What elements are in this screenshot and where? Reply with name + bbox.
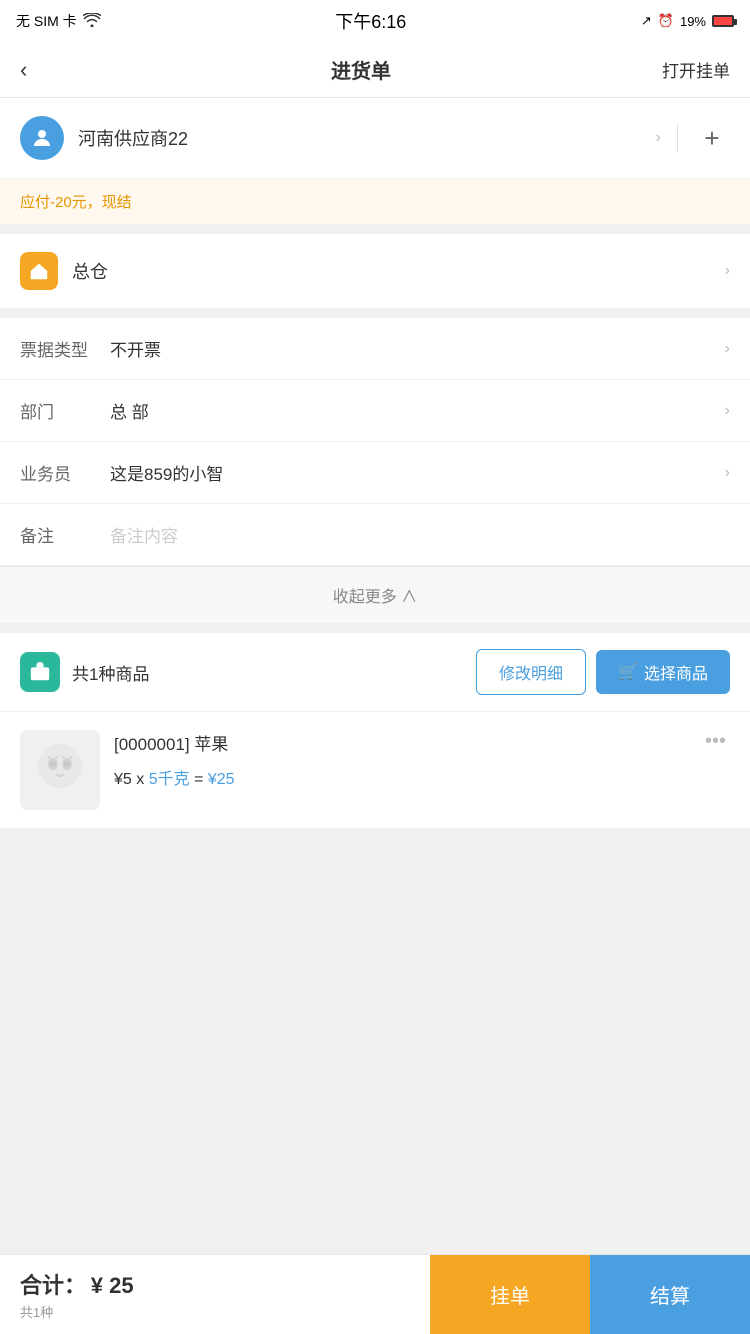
quantity: 5千克	[149, 771, 190, 788]
total-sub: 共1种	[20, 1302, 410, 1321]
sales-rep-label: 业务员	[20, 460, 110, 485]
status-right: ↗ ⏰ 19%	[641, 13, 734, 29]
remark-placeholder[interactable]: 备注内容	[110, 522, 730, 547]
product-thumbnail	[20, 730, 100, 810]
unit-price: ¥5	[114, 771, 132, 788]
product-more-button[interactable]: •••	[701, 730, 730, 753]
form-section: 票据类型 不开票 › 部门 总 部 › 业务员 这是859的小智 › 备注 备注…	[0, 318, 750, 623]
collapse-row[interactable]: 收起更多 ∧	[0, 566, 750, 623]
back-button[interactable]: ‹	[20, 57, 60, 83]
select-product-button[interactable]: 🛒 选择商品	[596, 650, 730, 694]
payment-notice: 应付-20元，现结	[0, 179, 750, 224]
cart-icon: 🛒	[618, 662, 638, 682]
battery-pct: 19%	[680, 14, 706, 29]
supplier-name: 河南供应商22	[78, 125, 648, 151]
total-amount-row: 合计： ¥ 25	[20, 1268, 410, 1300]
battery-icon	[712, 15, 734, 27]
equals-sign: =	[194, 771, 208, 788]
sales-rep-row[interactable]: 业务员 这是859的小智 ›	[0, 442, 750, 504]
add-supplier-button[interactable]: +	[694, 123, 730, 154]
department-value: 总 部	[110, 398, 717, 423]
supplier-row[interactable]: 河南供应商22 › +	[0, 98, 750, 179]
warehouse-section: 总仓 ›	[0, 234, 750, 308]
product-section: 共1种商品 修改明细 🛒 选择商品	[0, 633, 750, 828]
nav-bar: ‹ 进货单 打开挂单	[0, 42, 750, 98]
sales-rep-chevron-icon: ›	[725, 464, 730, 482]
product-item: [0000001] 苹果 ¥5 x 5千克 = ¥25 •••	[0, 712, 750, 828]
collapse-label: 收起更多 ∧	[333, 583, 417, 607]
price-separator: x	[136, 771, 148, 788]
edit-detail-button[interactable]: 修改明细	[476, 649, 586, 695]
warehouse-chevron-icon: ›	[725, 262, 730, 280]
footer: 合计： ¥ 25 共1种 挂单 结算	[0, 1254, 750, 1334]
alarm-icon: ⏰	[658, 13, 674, 29]
department-row[interactable]: 部门 总 部 ›	[0, 380, 750, 442]
total-amount: ¥ 25	[91, 1273, 134, 1298]
product-info: [0000001] 苹果 ¥5 x 5千克 = ¥25	[114, 730, 687, 789]
status-time: 下午6:16	[335, 8, 406, 34]
sales-rep-value: 这是859的小智	[110, 460, 717, 485]
invoice-type-value: 不开票	[110, 336, 717, 361]
product-price: ¥5 x 5千克 = ¥25	[114, 765, 687, 789]
supplier-section: 河南供应商22 › + 应付-20元，现结	[0, 98, 750, 224]
vertical-divider	[677, 124, 678, 152]
total-label: 合计：	[20, 1273, 86, 1298]
warehouse-name: 总仓	[72, 258, 717, 284]
invoice-type-label: 票据类型	[20, 336, 110, 361]
footer-total: 合计： ¥ 25 共1种	[0, 1268, 430, 1321]
item-total: ¥25	[208, 771, 235, 788]
supplier-avatar	[20, 116, 64, 160]
product-section-icon	[20, 652, 60, 692]
product-header: 共1种商品 修改明细 🛒 选择商品	[0, 633, 750, 712]
no-sim-label: 无 SIM 卡	[16, 11, 77, 31]
status-left: 无 SIM 卡	[16, 11, 101, 31]
page-title: 进货单	[331, 55, 391, 84]
invoice-type-row[interactable]: 票据类型 不开票 ›	[0, 318, 750, 380]
open-pending-button[interactable]: 打开挂单	[662, 57, 730, 82]
product-name: [0000001] 苹果	[114, 730, 687, 755]
invoice-chevron-icon: ›	[725, 340, 730, 358]
select-product-label: 选择商品	[644, 660, 708, 684]
department-chevron-icon: ›	[725, 402, 730, 420]
warehouse-icon	[20, 252, 58, 290]
status-bar: 无 SIM 卡 下午6:16 ↗ ⏰ 19%	[0, 0, 750, 42]
remark-label: 备注	[20, 522, 110, 547]
warehouse-row[interactable]: 总仓 ›	[0, 234, 750, 308]
location-icon: ↗	[641, 13, 652, 29]
product-count: 共1种商品	[72, 660, 476, 685]
supplier-chevron-icon: ›	[656, 129, 661, 147]
product-thumb-icon	[34, 740, 86, 800]
pending-button[interactable]: 挂单	[430, 1255, 590, 1334]
wifi-icon	[83, 13, 101, 30]
checkout-button[interactable]: 结算	[590, 1255, 750, 1334]
remark-row[interactable]: 备注 备注内容	[0, 504, 750, 566]
bottom-spacer	[0, 838, 750, 928]
department-label: 部门	[20, 398, 110, 423]
